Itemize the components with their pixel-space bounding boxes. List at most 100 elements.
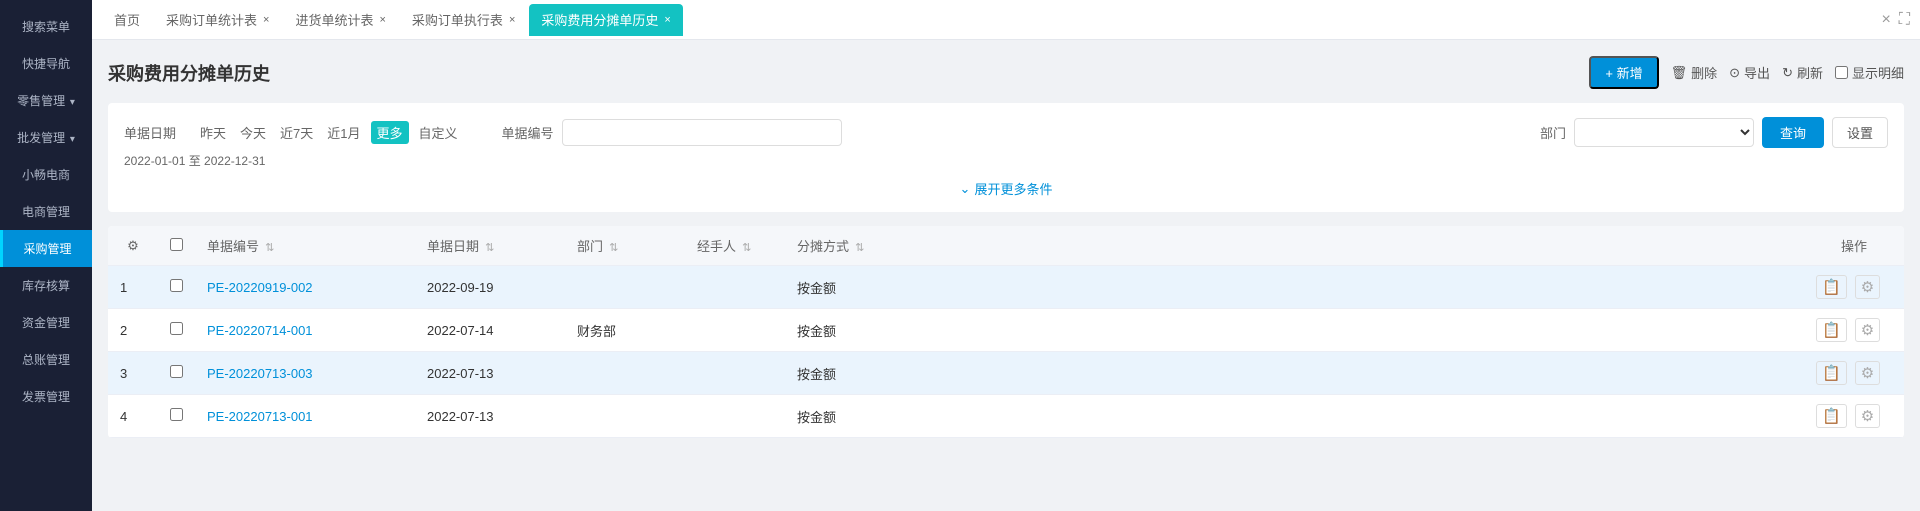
tab-label: 采购订单统计表 (166, 10, 257, 29)
sidebar-item-wholesale[interactable]: 批发管理 ▾ (0, 119, 92, 156)
doc-number-link[interactable]: PE-20220713-003 (207, 366, 313, 381)
date-filter-label: 单据日期 (124, 123, 176, 142)
setting-button[interactable]: 设置 (1832, 117, 1888, 148)
sidebar-item-purchase[interactable]: 采购管理 (0, 230, 92, 267)
show-brief-checkbox[interactable] (1835, 66, 1848, 79)
cell-doc-number[interactable]: PE-20220713-001 (195, 395, 415, 438)
tab-purchase-receive-stats[interactable]: 进货单统计表 × (283, 4, 397, 36)
tab-bar: 首页采购订单统计表×进货单统计表×采购订单执行表×采购费用分摊单历史× × ⛶ (92, 0, 1920, 40)
view-icon[interactable]: 📋 (1816, 275, 1847, 299)
date-option-yesterday[interactable]: 昨天 (196, 121, 230, 144)
sidebar-item-ecommerce[interactable]: 电商管理 (0, 193, 92, 230)
cell-check[interactable] (158, 395, 195, 438)
sidebar-item-retail[interactable]: 零售管理 ▾ (0, 82, 92, 119)
dept-filter: 部门 查询 设置 (1540, 117, 1888, 148)
doc-number-link[interactable]: PE-20220713-001 (207, 409, 313, 424)
refresh-button[interactable]: ↻ 刷新 (1782, 63, 1823, 82)
more-icon[interactable]: ⚙ (1855, 318, 1880, 342)
cell-split-method: 按金额 (785, 352, 1804, 395)
date-option-last7days[interactable]: 近7天 (276, 121, 317, 144)
page-header: 采购费用分摊单历史 + 新增 🗑 删除 ⊙ 导出 ↻ 刷新 显示明细 (108, 56, 1904, 89)
date-option-custom[interactable]: 自定义 (415, 121, 462, 144)
export-icon: ⊙ (1729, 65, 1740, 81)
refresh-icon: ↻ (1782, 65, 1793, 81)
view-icon[interactable]: 📋 (1816, 361, 1847, 385)
filter-row-1: 单据日期 昨天今天近7天近1月更多自定义 单据编号 部门 查询 设置 (124, 117, 1888, 148)
expand-more-btn[interactable]: ⌄ 展开更多条件 (960, 179, 1053, 198)
th-handler[interactable]: 经手人 ⇅ (685, 226, 785, 266)
tab-purchase-cost-history[interactable]: 采购费用分摊单历史× (529, 4, 682, 36)
dept-select[interactable] (1574, 118, 1754, 147)
cell-handler (685, 309, 785, 352)
th-dept[interactable]: 部门 ⇅ (565, 226, 685, 266)
sidebar-item-inventory[interactable]: 库存核算 (0, 267, 92, 304)
th-date[interactable]: 单据日期 ⇅ (415, 226, 565, 266)
th-split_method[interactable]: 分摊方式 ⇅ (785, 226, 1804, 266)
th-doc_number[interactable]: 单据编号 ⇅ (195, 226, 415, 266)
show-brief-checkbox-label[interactable]: 显示明细 (1835, 63, 1904, 82)
select-all-checkbox[interactable] (170, 238, 183, 251)
doc-number-filter: 单据编号 (502, 119, 842, 146)
date-quick-options: 昨天今天近7天近1月更多自定义 (196, 121, 462, 144)
filter-panel: 单据日期 昨天今天近7天近1月更多自定义 单据编号 部门 查询 设置 20 (108, 103, 1904, 212)
sidebar-item-invoice[interactable]: 发票管理 (0, 378, 92, 415)
date-option-today[interactable]: 今天 (236, 121, 270, 144)
sort-icon-date: ⇅ (482, 242, 494, 254)
window-close-icon[interactable]: × (1881, 11, 1890, 29)
table-row: 4PE-20220713-0012022-07-13按金额 📋 ⚙ (108, 395, 1904, 438)
sidebar-item-quick[interactable]: 快捷导航 (0, 45, 92, 82)
tab-close-icon[interactable]: × (263, 14, 269, 26)
sort-icon-dept: ⇅ (606, 242, 618, 254)
sort-icon-split_method: ⇅ (852, 242, 864, 254)
row-checkbox[interactable] (170, 322, 183, 335)
tab-close-icon[interactable]: × (664, 14, 670, 26)
sidebar-item-accounting[interactable]: 总账管理 (0, 341, 92, 378)
sort-icon-doc_number: ⇅ (262, 242, 274, 254)
export-button[interactable]: ⊙ 导出 (1729, 63, 1770, 82)
cell-dept (565, 266, 685, 309)
cell-num: 2 (108, 309, 158, 352)
more-icon[interactable]: ⚙ (1855, 275, 1880, 299)
doc-number-link[interactable]: PE-20220919-002 (207, 280, 313, 295)
row-checkbox[interactable] (170, 279, 183, 292)
cell-handler (685, 266, 785, 309)
toolbar: + 新增 🗑 删除 ⊙ 导出 ↻ 刷新 显示明细 (1589, 56, 1904, 89)
cell-check[interactable] (158, 309, 195, 352)
sidebar-item-mini[interactable]: 小畅电商 (0, 156, 92, 193)
delete-icon: 🗑 (1671, 65, 1688, 81)
tab-purchase-order-stats[interactable]: 采购订单统计表 × (154, 4, 281, 36)
tab-home[interactable]: 首页 (102, 4, 152, 36)
date-option-last1month[interactable]: 近1月 (323, 121, 364, 144)
more-icon[interactable]: ⚙ (1855, 361, 1880, 385)
view-icon[interactable]: 📋 (1816, 318, 1847, 342)
cell-check[interactable] (158, 266, 195, 309)
cell-date: 2022-07-13 (415, 395, 565, 438)
row-checkbox[interactable] (170, 408, 183, 421)
gear-icon[interactable]: ⚙ (127, 238, 139, 253)
row-checkbox[interactable] (170, 365, 183, 378)
cell-split-method: 按金额 (785, 266, 1804, 309)
cell-split-method: 按金额 (785, 395, 1804, 438)
view-icon[interactable]: 📋 (1816, 404, 1847, 428)
tab-purchase-order-exec[interactable]: 采购订单执行表× (400, 4, 527, 36)
window-maximize-icon[interactable]: ⛶ (1899, 11, 1910, 29)
cell-check[interactable] (158, 352, 195, 395)
tab-close-icon[interactable]: × (379, 14, 385, 26)
search-button[interactable]: 查询 (1762, 117, 1824, 148)
sidebar-item-search[interactable]: 搜索菜单 (0, 8, 92, 45)
cell-doc-number[interactable]: PE-20220713-003 (195, 352, 415, 395)
tab-close-icon[interactable]: × (509, 14, 515, 26)
more-icon[interactable]: ⚙ (1855, 404, 1880, 428)
cell-doc-number[interactable]: PE-20220714-001 (195, 309, 415, 352)
table-row: 1PE-20220919-0022022-09-19按金额 📋 ⚙ (108, 266, 1904, 309)
cell-doc-number[interactable]: PE-20220919-002 (195, 266, 415, 309)
sort-icon-handler: ⇅ (739, 242, 751, 254)
tab-label: 进货单统计表 (295, 10, 373, 29)
doc-number-input[interactable] (562, 119, 842, 146)
doc-number-link[interactable]: PE-20220714-001 (207, 323, 313, 338)
add-button[interactable]: + 新增 (1589, 56, 1658, 89)
delete-button[interactable]: 🗑 删除 (1671, 63, 1718, 82)
sidebar-item-finance[interactable]: 资金管理 (0, 304, 92, 341)
tab-label: 首页 (114, 10, 140, 29)
date-option-more[interactable]: 更多 (371, 121, 409, 144)
